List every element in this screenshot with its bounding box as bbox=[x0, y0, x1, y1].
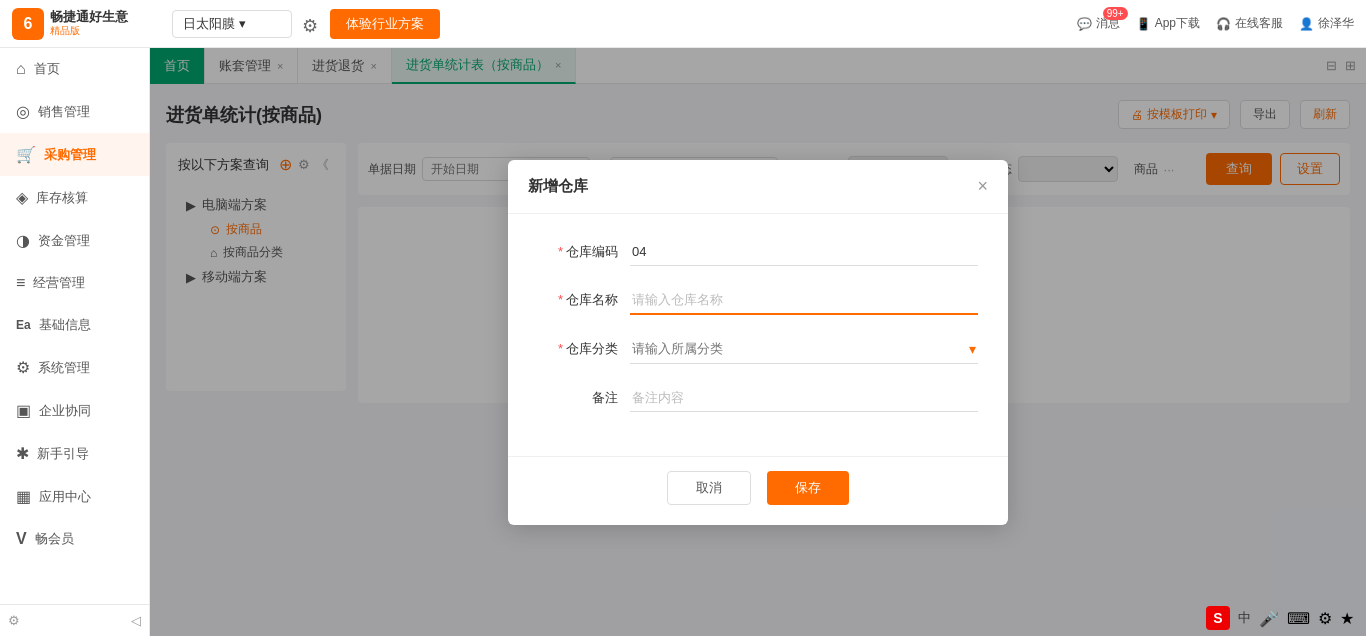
online-service-button[interactable]: 🎧 在线客服 bbox=[1216, 15, 1283, 32]
zh-icon[interactable]: 中 bbox=[1238, 609, 1251, 627]
sidebar-label-member: 畅会员 bbox=[35, 530, 74, 548]
sidebar-item-member[interactable]: V 畅会员 bbox=[0, 518, 149, 560]
sales-icon: ◎ bbox=[16, 102, 30, 121]
sidebar-label-purchase: 采购管理 bbox=[44, 146, 96, 164]
category-dropdown-icon: ▾ bbox=[969, 341, 976, 357]
sidebar-speaker-icon[interactable]: ◁ bbox=[131, 613, 141, 628]
name-label: 仓库名称 bbox=[538, 291, 618, 309]
mic-icon[interactable]: 🎤 bbox=[1259, 609, 1279, 628]
message-button[interactable]: 💬 消息 99+ bbox=[1077, 15, 1120, 32]
modal-footer: 取消 保存 bbox=[508, 456, 1008, 525]
warehouse-name-input[interactable] bbox=[630, 286, 978, 315]
bottom-right-bar: S 中 🎤 ⌨ ⚙ ★ bbox=[1194, 600, 1366, 636]
code-label: 仓库编码 bbox=[538, 243, 618, 261]
star-icon[interactable]: ★ bbox=[1340, 609, 1354, 628]
guide-icon: ✱ bbox=[16, 444, 29, 463]
finance-icon: ◑ bbox=[16, 231, 30, 250]
warehouse-code-input[interactable] bbox=[630, 238, 978, 266]
sidebar-label-inventory: 库存核算 bbox=[36, 189, 88, 207]
sidebar-item-enterprise[interactable]: ▣ 企业协同 bbox=[0, 389, 149, 432]
sidebar-item-inventory[interactable]: ◈ 库存核算 bbox=[0, 176, 149, 219]
store-selector[interactable]: 日太阳膜 ▾ bbox=[172, 10, 292, 38]
try-industry-button[interactable]: 体验行业方案 bbox=[330, 9, 440, 39]
sidebar-label-finance: 资金管理 bbox=[38, 232, 90, 250]
sidebar-item-system[interactable]: ⚙ 系统管理 bbox=[0, 346, 149, 389]
cancel-button[interactable]: 取消 bbox=[667, 471, 751, 505]
sidebar: ⌂ 首页 ◎ 销售管理 🛒 采购管理 ◈ 库存核算 ◑ 资金管理 ≡ 经营管理 bbox=[0, 48, 150, 636]
s-brand-icon: S bbox=[1206, 606, 1230, 630]
user-avatar[interactable]: 👤 徐泽华 bbox=[1299, 15, 1354, 32]
sidebar-label-enterprise: 企业协同 bbox=[39, 402, 91, 420]
home-icon: ⌂ bbox=[16, 60, 26, 78]
sidebar-label-basic-info: 基础信息 bbox=[39, 316, 91, 334]
username-label: 徐泽华 bbox=[1318, 15, 1354, 32]
modal-header: 新增仓库 × bbox=[508, 160, 1008, 214]
sidebar-label-system: 系统管理 bbox=[38, 359, 90, 377]
logo-icon: 6 bbox=[12, 8, 44, 40]
sidebar-item-finance[interactable]: ◑ 资金管理 bbox=[0, 219, 149, 262]
sidebar-item-basic-info[interactable]: Ea 基础信息 bbox=[0, 304, 149, 346]
operations-icon: ≡ bbox=[16, 274, 25, 292]
content-area: 首页 账套管理 × 进货退货 × 进货单统计表（按商品） × ⊟ ⊞ bbox=[150, 48, 1366, 636]
note-input[interactable] bbox=[630, 384, 978, 412]
member-icon: V bbox=[16, 530, 27, 548]
enterprise-icon: ▣ bbox=[16, 401, 31, 420]
sidebar-item-purchase[interactable]: 🛒 采购管理 bbox=[0, 133, 149, 176]
modal-close-button[interactable]: × bbox=[977, 176, 988, 197]
sidebar-settings-icon[interactable]: ⚙ bbox=[8, 613, 20, 628]
sidebar-label-home: 首页 bbox=[34, 60, 60, 78]
sidebar-bottom: ⚙ ◁ bbox=[0, 604, 149, 636]
header: 6 畅捷通好生意 精品版 日太阳膜 ▾ ⚙ 体验行业方案 💬 消息 99+ 📱 … bbox=[0, 0, 1366, 48]
sidebar-item-operations[interactable]: ≡ 经营管理 bbox=[0, 262, 149, 304]
inventory-icon: ◈ bbox=[16, 188, 28, 207]
sidebar-label-operations: 经营管理 bbox=[33, 274, 85, 292]
add-warehouse-modal: 新增仓库 × 仓库编码 仓库名称 bbox=[508, 160, 1008, 525]
form-row-note: 备注 bbox=[538, 384, 978, 412]
logo-subtitle: 精品版 bbox=[50, 24, 128, 38]
purchase-icon: 🛒 bbox=[16, 145, 36, 164]
sidebar-item-sales[interactable]: ◎ 销售管理 bbox=[0, 90, 149, 133]
sidebar-label-app-center: 应用中心 bbox=[39, 488, 91, 506]
sidebar-item-guide[interactable]: ✱ 新手引导 bbox=[0, 432, 149, 475]
keyboard-icon[interactable]: ⌨ bbox=[1287, 609, 1310, 628]
system-icon: ⚙ bbox=[16, 358, 30, 377]
save-button[interactable]: 保存 bbox=[767, 471, 849, 505]
modal-body: 仓库编码 仓库名称 仓库分类 ▾ bbox=[508, 214, 1008, 456]
basic-info-icon: Ea bbox=[16, 318, 31, 332]
sidebar-label-sales: 销售管理 bbox=[38, 103, 90, 121]
form-row-name: 仓库名称 bbox=[538, 286, 978, 315]
logo-title: 畅捷通好生意 bbox=[50, 9, 128, 25]
sidebar-item-home[interactable]: ⌂ 首页 bbox=[0, 48, 149, 90]
settings-icon[interactable]: ⚙ bbox=[302, 15, 320, 33]
note-label: 备注 bbox=[538, 389, 618, 407]
category-label: 仓库分类 bbox=[538, 340, 618, 358]
logo-area: 6 畅捷通好生意 精品版 bbox=[12, 8, 162, 40]
form-row-category: 仓库分类 ▾ bbox=[538, 335, 978, 364]
sidebar-item-app-center[interactable]: ▦ 应用中心 bbox=[0, 475, 149, 518]
sidebar-label-guide: 新手引导 bbox=[37, 445, 89, 463]
settings-bottom-icon[interactable]: ⚙ bbox=[1318, 609, 1332, 628]
app-download-button[interactable]: 📱 App下载 bbox=[1136, 15, 1200, 32]
app-center-icon: ▦ bbox=[16, 487, 31, 506]
form-row-code: 仓库编码 bbox=[538, 238, 978, 266]
modal-overlay: 新增仓库 × 仓库编码 仓库名称 bbox=[150, 48, 1366, 636]
header-actions: 💬 消息 99+ 📱 App下载 🎧 在线客服 👤 徐泽华 bbox=[1077, 15, 1354, 32]
main-area: ⌂ 首页 ◎ 销售管理 🛒 采购管理 ◈ 库存核算 ◑ 资金管理 ≡ 经营管理 bbox=[0, 48, 1366, 636]
message-badge: 99+ bbox=[1103, 7, 1128, 20]
category-input[interactable] bbox=[632, 341, 969, 356]
modal-title: 新增仓库 bbox=[528, 177, 588, 196]
category-select[interactable]: ▾ bbox=[630, 335, 978, 364]
